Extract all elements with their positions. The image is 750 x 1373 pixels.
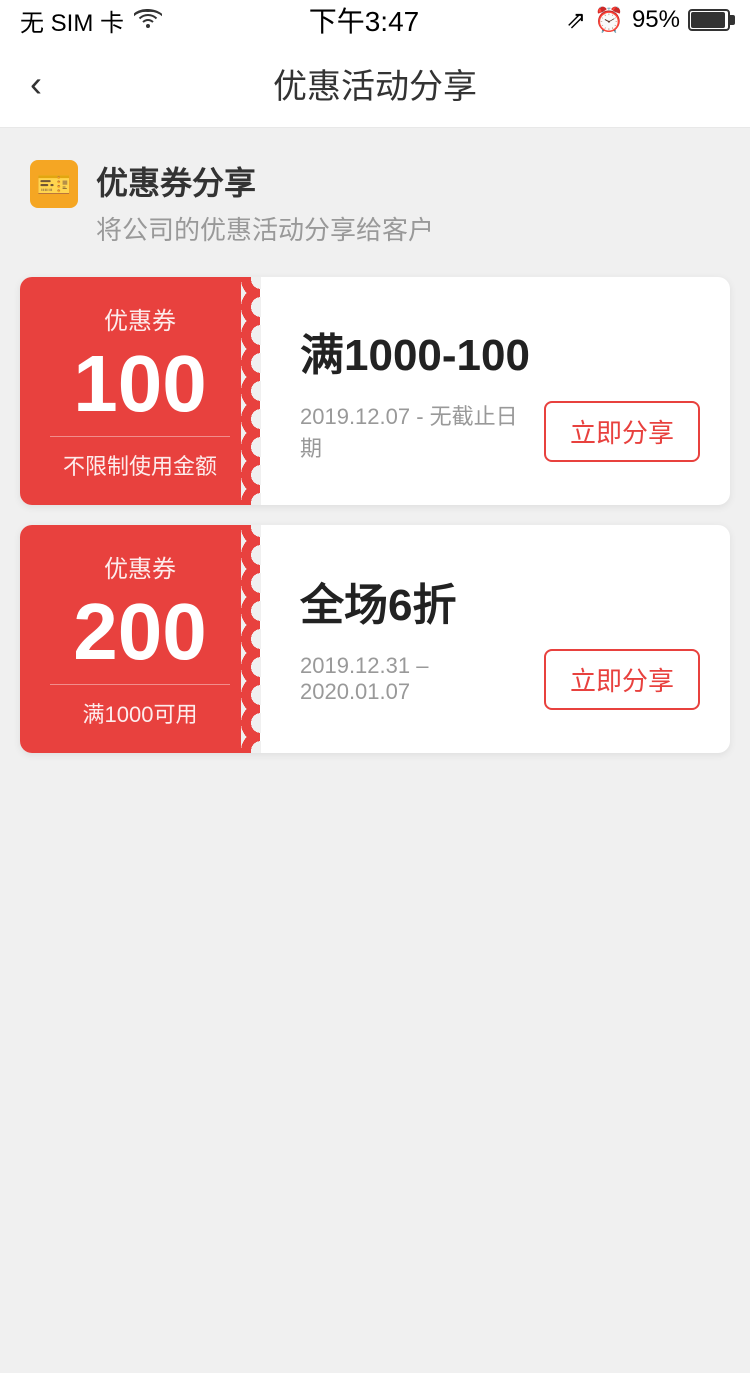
- status-right: ⇗ ⏰ 95%: [566, 6, 730, 35]
- coupon-amount-1: 100: [73, 344, 206, 424]
- battery-fill: [691, 12, 725, 28]
- section-header: 🎫 优惠券分享 将公司的优惠活动分享给客户: [0, 128, 750, 267]
- status-bar: 无 SIM 卡 下午3:47 ⇗ ⏰ 95%: [0, 0, 750, 40]
- carrier-text: 无 SIM 卡: [20, 3, 124, 38]
- nav-bar: ‹ 优惠活动分享: [0, 40, 750, 128]
- page-title: 优惠活动分享: [273, 59, 477, 108]
- back-button[interactable]: ‹: [30, 63, 42, 105]
- section-text: 优惠券分享 将公司的优惠活动分享给客户: [96, 158, 434, 247]
- coupon-condition-1: 不限制使用金额: [63, 449, 217, 481]
- coupon-list: 优惠券 100 不限制使用金额 满1000-100 2019.12.07 - 无…: [0, 267, 750, 773]
- coupon-divider-1: [50, 436, 230, 437]
- battery-icon: [688, 9, 730, 31]
- coupon-left-2: 优惠券 200 满1000可用: [20, 525, 260, 753]
- location-icon: ⇗: [566, 6, 586, 35]
- section-title: 优惠券分享: [96, 158, 434, 204]
- coupon-right-2: 全场6折 2019.12.31 – 2020.01.07 立即分享: [260, 525, 730, 753]
- status-left: 无 SIM 卡: [20, 3, 162, 38]
- alarm-icon: ⏰: [594, 6, 624, 35]
- wifi-icon: [134, 6, 162, 35]
- coupon-date-2: 2019.12.31 – 2020.01.07: [300, 653, 532, 705]
- coupon-divider-2: [50, 684, 230, 685]
- coupon-name-2: 全场6折: [300, 569, 700, 633]
- battery-percent: 95%: [632, 6, 680, 34]
- coupon-right-1: 满1000-100 2019.12.07 - 无截止日期 立即分享: [260, 277, 730, 505]
- share-button-2[interactable]: 立即分享: [544, 649, 700, 710]
- coupon-card-1: 优惠券 100 不限制使用金额 满1000-100 2019.12.07 - 无…: [20, 277, 730, 505]
- coupon-footer-1: 2019.12.07 - 无截止日期 立即分享: [300, 399, 700, 463]
- coupon-label-1: 优惠券: [104, 301, 176, 336]
- coupon-amount-2: 200: [73, 592, 206, 672]
- coupon-left-1: 优惠券 100 不限制使用金额: [20, 277, 260, 505]
- coupon-date-1: 2019.12.07 - 无截止日期: [300, 399, 532, 463]
- status-time: 下午3:47: [309, 0, 420, 40]
- section-subtitle: 将公司的优惠活动分享给客户: [96, 210, 434, 247]
- coupon-condition-2: 满1000可用: [83, 697, 198, 729]
- coupon-label-2: 优惠券: [104, 549, 176, 584]
- section-icon: 🎫: [30, 160, 78, 208]
- bottom-space: [0, 773, 750, 1373]
- coupon-name-1: 满1000-100: [300, 319, 700, 383]
- coupon-footer-2: 2019.12.31 – 2020.01.07 立即分享: [300, 649, 700, 710]
- share-button-1[interactable]: 立即分享: [544, 401, 700, 462]
- coupon-card-2: 优惠券 200 满1000可用 全场6折 2019.12.31 – 2020.0…: [20, 525, 730, 753]
